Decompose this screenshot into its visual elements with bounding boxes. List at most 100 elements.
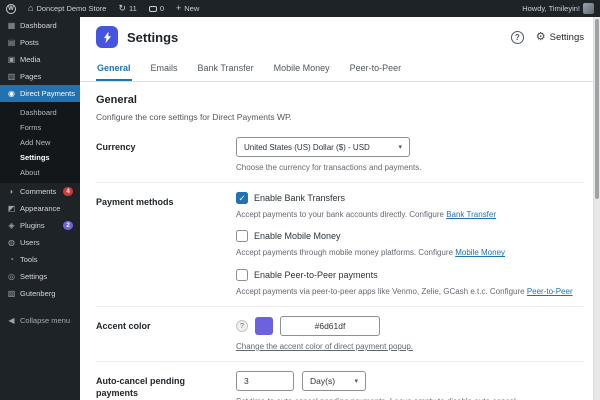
- updates-menu[interactable]: ↻ 11: [112, 0, 142, 17]
- home-icon: ⌂: [28, 3, 34, 13]
- color-swatch[interactable]: [255, 316, 273, 335]
- sidebar-item-direct-payments[interactable]: ◉ Direct Payments: [0, 85, 80, 102]
- accent-color-input[interactable]: [280, 315, 380, 336]
- sidebar-item-label: Posts: [20, 38, 39, 47]
- tab-bank-transfer[interactable]: Bank Transfer: [197, 57, 255, 81]
- mobile-money-help: Accept payments through mobile money pla…: [236, 247, 584, 258]
- sidebar-item-users[interactable]: ◍ Users: [0, 234, 80, 251]
- submenu-item-about[interactable]: About: [0, 165, 80, 180]
- sidebar-item-label: Settings: [20, 272, 48, 281]
- currency-selected-value: United States (US) Dollar ($) - USD: [244, 142, 370, 152]
- chevron-down-icon: ▾: [354, 377, 358, 385]
- bank-transfer-link[interactable]: Bank Transfer: [446, 210, 496, 219]
- sidebar-item-pages[interactable]: ▥ Pages: [0, 68, 80, 85]
- submenu-item-forms[interactable]: Forms: [0, 120, 80, 135]
- section-description: Configure the core settings for Direct P…: [96, 112, 292, 122]
- mobile-money-checkbox-label: Enable Mobile Money: [254, 231, 341, 242]
- page-title: Settings: [127, 29, 179, 45]
- comments-icon: ◗: [9, 187, 14, 196]
- admin-comments-menu[interactable]: 0: [143, 0, 170, 17]
- new-content-menu[interactable]: + New: [170, 0, 205, 17]
- header-settings-button[interactable]: ⚙ Settings: [535, 30, 584, 43]
- mobile-money-link[interactable]: Mobile Money: [455, 248, 505, 257]
- plugins-badge: 2: [63, 221, 73, 230]
- accent-color-label: Accent color: [96, 320, 151, 331]
- account-menu[interactable]: Howdy, Timileyin!: [516, 3, 600, 14]
- appearance-icon: ◩: [7, 204, 16, 213]
- peer-to-peer-checkbox[interactable]: [236, 268, 248, 281]
- submenu-item-add-new[interactable]: Add New: [0, 135, 80, 150]
- tab-general[interactable]: General: [96, 57, 132, 81]
- auto-cancel-label: Auto-cancel pending payments: [96, 375, 186, 399]
- site-name: Doncept Demo Store: [36, 4, 107, 13]
- header-settings-label: Settings: [549, 31, 584, 43]
- site-menu[interactable]: ⌂ Doncept Demo Store: [22, 0, 112, 17]
- plugins-icon: ◈: [8, 221, 15, 230]
- sidebar-item-settings[interactable]: ◎ Settings: [0, 268, 80, 285]
- accent-help-icon[interactable]: ?: [236, 319, 248, 332]
- sidebar-item-posts[interactable]: ▤ Posts: [0, 34, 80, 51]
- peer-to-peer-help: Accept payments via peer-to-peer apps li…: [236, 286, 584, 297]
- wordpress-logo-icon: W: [6, 3, 16, 14]
- bank-transfers-checkbox[interactable]: ✓: [236, 192, 248, 205]
- sidebar-item-dashboard[interactable]: ▦ Dashboard: [0, 17, 80, 34]
- peer-to-peer-link[interactable]: Peer-to-Peer: [527, 287, 573, 296]
- sidebar-item-tools[interactable]: ◔ Tools: [0, 251, 80, 268]
- header-actions: ? ⚙ Settings: [510, 30, 584, 44]
- peer-to-peer-help-text: Accept payments via peer-to-peer apps li…: [236, 286, 527, 296]
- scrollbar[interactable]: [593, 17, 600, 400]
- sidebar-item-label: Appearance: [20, 204, 61, 213]
- main-content: Settings ? ⚙ Settings General Emails Ban…: [80, 17, 600, 400]
- accent-color-row: Accent color ? Change the accent color o…: [96, 305, 584, 361]
- sidebar-item-comments[interactable]: ◗ Comments 4: [0, 183, 80, 200]
- wordpress-menu[interactable]: W: [0, 0, 22, 17]
- sidebar-item-label: Dashboard: [20, 21, 57, 30]
- currency-row: Currency United States (US) Dollar ($) -…: [96, 128, 584, 182]
- media-icon: ▣: [7, 55, 16, 64]
- users-icon: ◍: [8, 238, 15, 247]
- new-label: New: [184, 4, 200, 13]
- submenu-item-settings[interactable]: Settings: [0, 150, 80, 165]
- mobile-money-help-text: Accept payments through mobile money pla…: [236, 248, 456, 258]
- comments-badge: 4: [63, 187, 73, 196]
- dashboard-icon: ▦: [7, 21, 16, 30]
- currency-help: Choose the currency for transactions and…: [236, 163, 422, 172]
- submenu-item-dashboard[interactable]: Dashboard: [0, 105, 80, 120]
- sidebar-item-label: Direct Payments: [20, 89, 76, 98]
- tab-mobile-money[interactable]: Mobile Money: [273, 57, 331, 81]
- avatar: [583, 3, 594, 14]
- auto-cancel-help: Set time to auto-cancel pending payments…: [236, 396, 584, 400]
- collapse-icon: ◀: [8, 316, 15, 325]
- bank-transfers-help: Accept payments to your bank accounts di…: [236, 209, 584, 220]
- peer-to-peer-option: Enable Peer-to-Peer payments Accept paym…: [236, 268, 584, 297]
- sidebar-item-plugins[interactable]: ◈ Plugins 2: [0, 217, 80, 234]
- updates-count: 11: [129, 4, 137, 13]
- sidebar-item-media[interactable]: ▣ Media: [0, 51, 80, 68]
- auto-cancel-value-input[interactable]: [236, 370, 294, 391]
- payment-methods-label: Payment methods: [96, 197, 174, 208]
- gear-icon: ⚙: [535, 30, 546, 43]
- plus-icon: +: [176, 3, 182, 13]
- comment-bubble-icon: [148, 5, 157, 12]
- currency-select[interactable]: United States (US) Dollar ($) - USD ▾: [236, 137, 410, 157]
- tab-emails[interactable]: Emails: [150, 57, 179, 81]
- plugin-header: Settings ? ⚙ Settings: [80, 17, 600, 57]
- sidebar-item-gutenberg[interactable]: ▧ Gutenberg: [0, 285, 80, 302]
- sidebar-item-label: Gutenberg: [20, 289, 56, 298]
- pages-icon: ▥: [7, 72, 16, 81]
- settings-form: General Configure the core settings for …: [80, 82, 600, 400]
- mobile-money-option: Enable Mobile Money Accept payments thro…: [236, 230, 584, 258]
- help-icon[interactable]: ?: [510, 30, 524, 44]
- payments-icon: ◉: [8, 89, 15, 98]
- collapse-menu-label: Collapse menu: [20, 316, 71, 325]
- admin-bar: W ⌂ Doncept Demo Store ↻ 11 0 + New Howd…: [0, 0, 600, 17]
- chevron-down-icon: ▾: [398, 144, 402, 151]
- sidebar-item-appearance[interactable]: ◩ Appearance: [0, 200, 80, 217]
- auto-cancel-unit-select[interactable]: Day(s) ▾: [302, 370, 366, 391]
- scrollbar-thumb[interactable]: [595, 19, 599, 199]
- mobile-money-checkbox[interactable]: [236, 230, 248, 243]
- tab-peer-to-peer[interactable]: Peer-to-Peer: [349, 57, 403, 81]
- collapse-menu-button[interactable]: ◀ Collapse menu: [0, 312, 80, 329]
- sidebar-item-label: Media: [20, 55, 41, 64]
- payment-methods-row: Payment methods ✓ Enable Bank Transfers …: [96, 182, 584, 306]
